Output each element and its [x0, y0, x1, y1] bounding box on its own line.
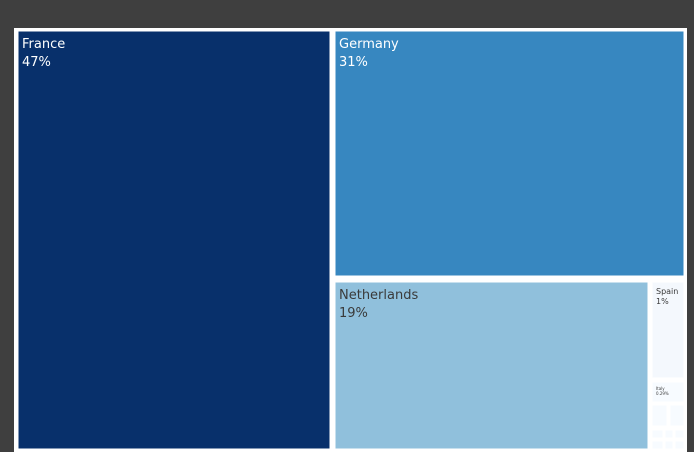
tile-small-5 [651, 404, 668, 427]
tile-value-spain: 1% [656, 297, 669, 306]
tile-label-netherlands: Netherlands [339, 288, 418, 303]
tile-label-germany: Germany [339, 37, 399, 52]
tile-small-10 [651, 440, 664, 450]
tile-value-germany: 31% [339, 55, 368, 70]
tile-small-6 [669, 404, 685, 427]
tile-small-11 [664, 440, 674, 450]
tile-small-12 [674, 440, 685, 450]
tile-small-8 [664, 429, 674, 439]
tile-value-france: 47% [22, 55, 51, 70]
tile-france [17, 30, 331, 450]
tile-small-7 [651, 429, 664, 439]
tile-label-spain: Spain [656, 287, 678, 296]
tile-small-9 [674, 429, 685, 439]
treemap-chart: France 47% Germany 31% Netherlands 19% Spain1%… [0, 0, 694, 452]
tile-value-italy: 0.29% [656, 391, 669, 396]
tile-label-france: France [22, 37, 65, 52]
tile-value-netherlands: 19% [339, 306, 368, 321]
tile-netherlands [334, 281, 649, 450]
tile-germany [334, 30, 685, 277]
